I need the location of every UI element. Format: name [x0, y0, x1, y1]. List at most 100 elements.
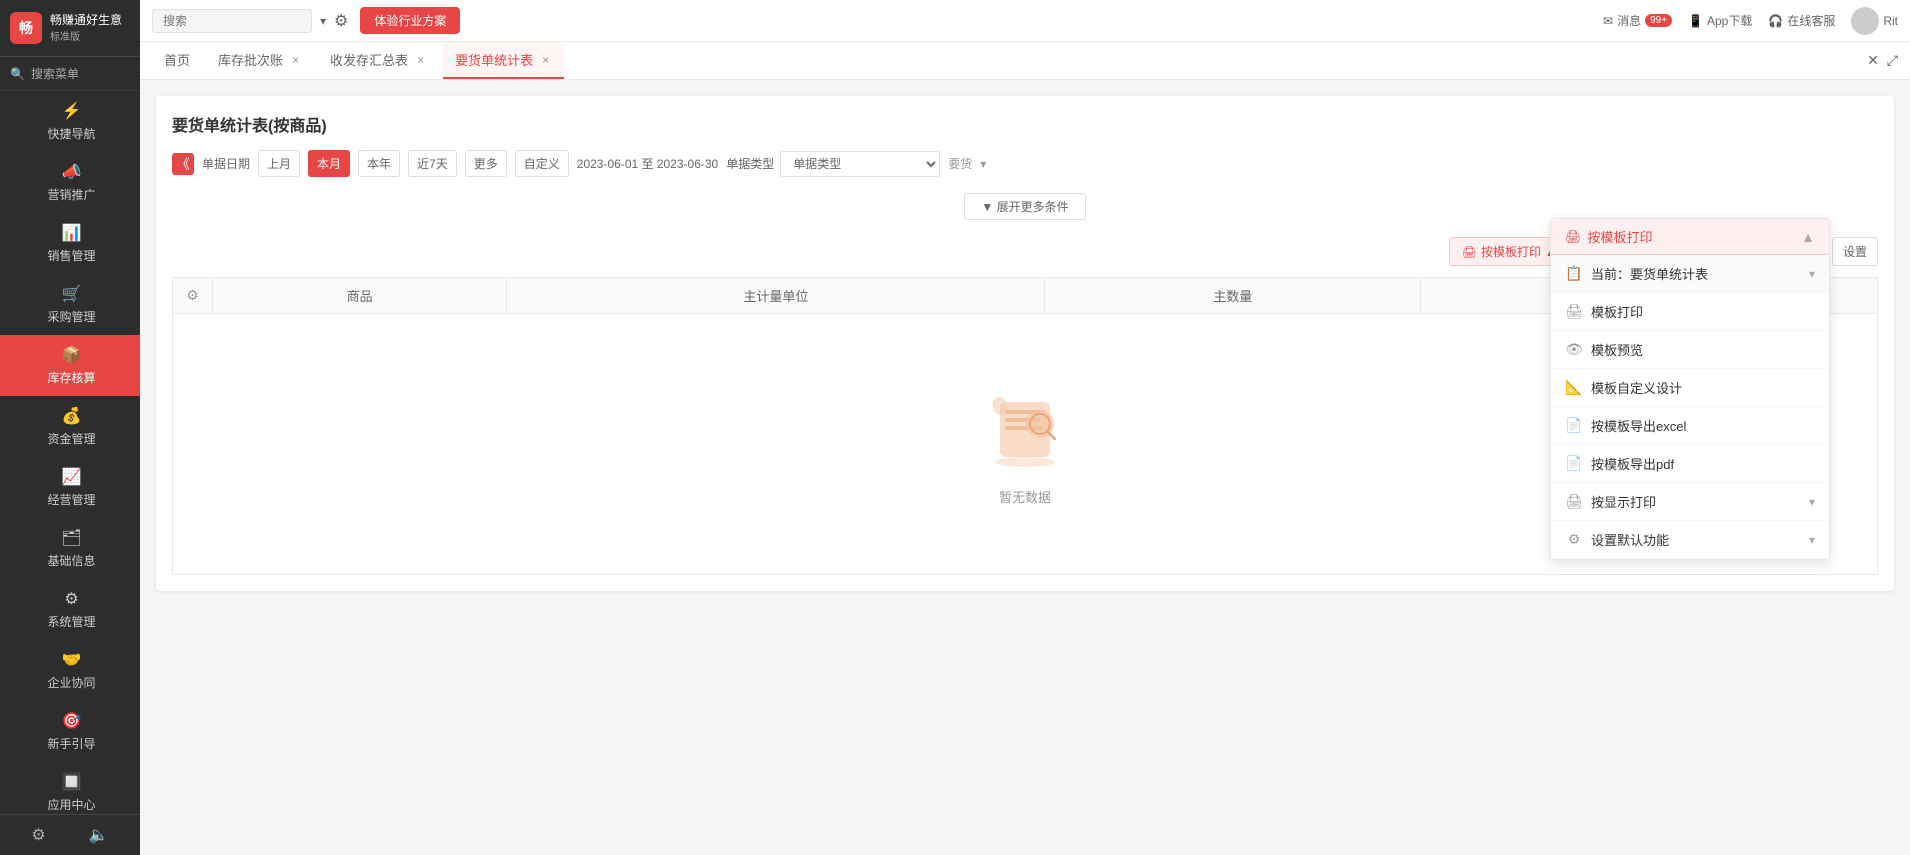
set-default-label: 设置默认功能	[1591, 530, 1669, 549]
sidebar-item-guide[interactable]: 🎯 新手引导	[0, 701, 140, 762]
current-template-label: 当前：要货单统计表	[1591, 264, 1708, 283]
logo-icon: 畅	[10, 12, 42, 44]
tab-order-stats[interactable]: 要货单统计表 ×	[443, 42, 564, 79]
sidebar-item-collab[interactable]: 🤝 企业协同	[0, 640, 140, 701]
user-name: Rit	[1883, 14, 1898, 28]
tab-batch-account-close[interactable]: ×	[289, 52, 302, 68]
sidebar-item-quick-nav[interactable]: ⚡ 快捷导航	[0, 91, 140, 152]
date-range-display: 2023-06-01 至 2023-06-30	[577, 155, 718, 172]
template-preview-label: 模板预览	[1591, 340, 1643, 359]
logo-text-block: 畅赚通好生意 标准版	[50, 13, 122, 44]
topbar-search-input[interactable]	[152, 9, 312, 33]
sidebar-item-business[interactable]: 📈 经营管理	[0, 457, 140, 518]
last-7-days-button[interactable]: 近7天	[408, 150, 457, 177]
sidebar-search[interactable]: 🔍 搜索菜单	[0, 57, 140, 91]
filter-require-dropdown[interactable]: ▾	[980, 157, 986, 171]
set-default-item[interactable]: ⚙ 设置默认功能 ▾	[1551, 521, 1829, 559]
tab-receipt-summary-close[interactable]: ×	[414, 52, 427, 68]
template-custom-item[interactable]: 📐 模板自定义设计	[1551, 369, 1829, 407]
messages-item[interactable]: ✉ 消息 99+	[1603, 12, 1672, 29]
expand-label: 展开更多条件	[997, 200, 1069, 214]
more-dates-button[interactable]: 更多	[465, 150, 507, 177]
template-preview-icon: 👁	[1565, 341, 1583, 358]
headset-icon: 🎧	[1768, 14, 1783, 28]
app-name: 畅赚通好生意	[50, 13, 122, 29]
sidebar-item-purchase[interactable]: 🛒 采购管理	[0, 274, 140, 335]
marketing-icon: 📣	[62, 162, 82, 182]
sidebar-item-apps[interactable]: 🔲 应用中心	[0, 762, 140, 814]
expand-more-button[interactable]: ▼ 展开更多条件	[964, 193, 1085, 220]
set-default-arrow: ▾	[1809, 533, 1815, 547]
mobile-icon: 📱	[1688, 14, 1703, 28]
sidebar-item-finance[interactable]: 💰 资金管理	[0, 396, 140, 457]
sidebar-item-base[interactable]: 🗂 基础信息	[0, 518, 140, 579]
print-dropdown-print-icon: 🖨	[1565, 229, 1582, 245]
template-print-icon: 🖨	[1565, 303, 1583, 320]
current-template-item[interactable]: 📋 当前：要货单统计表 ▾	[1551, 255, 1829, 293]
inventory-icon: 📦	[62, 345, 82, 365]
tabs-bar: 首页 库存批次账 × 收发存汇总表 × 要货单统计表 × ✕ ⤢	[140, 42, 1910, 80]
sidebar-item-label: 营销推广	[47, 186, 95, 203]
template-print-item[interactable]: 🖨 模板打印	[1551, 293, 1829, 331]
template-export-excel-label: 按模板导出excel	[1591, 416, 1686, 435]
template-export-excel-icon: 📄	[1565, 417, 1583, 434]
sidebar-item-label: 库存核算	[47, 369, 95, 386]
tab-home[interactable]: 首页	[152, 42, 202, 79]
print-dropdown-header: 🖨 按模板打印 ▲	[1551, 219, 1829, 255]
volume-icon[interactable]: 🔈	[89, 825, 109, 845]
topbar-settings-icon[interactable]: ⚙	[334, 11, 348, 31]
tab-batch-account[interactable]: 库存批次账 ×	[206, 42, 314, 79]
empty-icon-svg	[975, 382, 1075, 472]
tab-batch-account-label: 库存批次账	[218, 50, 283, 69]
settings-footer-icon[interactable]: ⚙	[31, 825, 45, 845]
online-service-label: 在线客服	[1787, 12, 1835, 29]
sidebar-item-marketing[interactable]: 📣 营销推广	[0, 152, 140, 213]
display-print-icon: 🖨	[1565, 493, 1583, 510]
app-download-item[interactable]: 📱 App下载	[1688, 12, 1752, 29]
order-type-select[interactable]: 单据类型	[780, 151, 940, 177]
template-export-excel-item[interactable]: 📄 按模板导出excel	[1551, 407, 1829, 445]
app-download-label: App下载	[1707, 12, 1752, 29]
topbar-dropdown-arrow[interactable]: ▾	[320, 14, 326, 28]
display-print-item[interactable]: 🖨 按显示打印 ▾	[1551, 483, 1829, 521]
system-icon: ⚙	[64, 589, 78, 609]
tab-receipt-summary[interactable]: 收发存汇总表 ×	[318, 42, 439, 79]
sidebar-item-inventory[interactable]: 📦 库存核算	[0, 335, 140, 396]
print-btn-label: 按模板打印	[1481, 243, 1541, 260]
settings-button[interactable]: 设置	[1832, 237, 1878, 266]
filter-bar: 《 单据日期 上月 本月 本年 近7天 更多 自定义 2023-06-01 至 …	[172, 150, 1878, 177]
collab-icon: 🤝	[62, 650, 82, 670]
current-month-button[interactable]: 本月	[308, 150, 350, 177]
table-column-settings-icon[interactable]: ⚙	[186, 287, 199, 303]
apps-icon: 🔲	[62, 772, 82, 792]
template-export-pdf-icon: 📄	[1565, 455, 1583, 472]
expand-icon: ▼	[981, 200, 993, 214]
custom-date-button[interactable]: 自定义	[515, 150, 569, 177]
sidebar-item-label: 资金管理	[47, 430, 95, 447]
column-header-product: 商品	[213, 278, 507, 314]
app-badge: 标准版	[50, 28, 122, 43]
user-item[interactable]: Rit	[1851, 7, 1898, 35]
online-service-item[interactable]: 🎧 在线客服	[1768, 12, 1835, 29]
page-content: 要货单统计表(按商品) 《 单据日期 上月 本月 本年 近7天 更多 自定义 2…	[140, 80, 1910, 855]
sidebar-item-system[interactable]: ⚙ 系统管理	[0, 579, 140, 640]
order-type-label: 单据类型	[726, 155, 774, 172]
template-export-pdf-item[interactable]: 📄 按模板导出pdf	[1551, 445, 1829, 483]
column-header-quantity: 主数量	[1045, 278, 1421, 314]
trial-button[interactable]: 体验行业方案	[360, 7, 460, 34]
filter-toggle-button[interactable]: 《	[172, 153, 194, 175]
template-preview-item[interactable]: 👁 模板预览	[1551, 331, 1829, 369]
messages-badge: 99+	[1645, 14, 1672, 27]
tab-order-stats-close[interactable]: ×	[539, 52, 552, 68]
set-default-icon: ⚙	[1565, 531, 1583, 548]
sidebar-item-sales[interactable]: 📊 销售管理	[0, 213, 140, 274]
window-close-button[interactable]: ✕	[1867, 52, 1879, 69]
print-dropdown-close-icon[interactable]: ▲	[1801, 229, 1815, 245]
window-maximize-button[interactable]: ⤢	[1887, 52, 1898, 69]
sales-icon: 📊	[62, 223, 82, 243]
display-print-arrow: ▾	[1809, 495, 1815, 509]
display-print-label: 按显示打印	[1591, 492, 1656, 511]
prev-month-button[interactable]: 上月	[258, 150, 300, 177]
table-settings-header: ⚙	[173, 278, 213, 314]
current-year-button[interactable]: 本年	[358, 150, 400, 177]
